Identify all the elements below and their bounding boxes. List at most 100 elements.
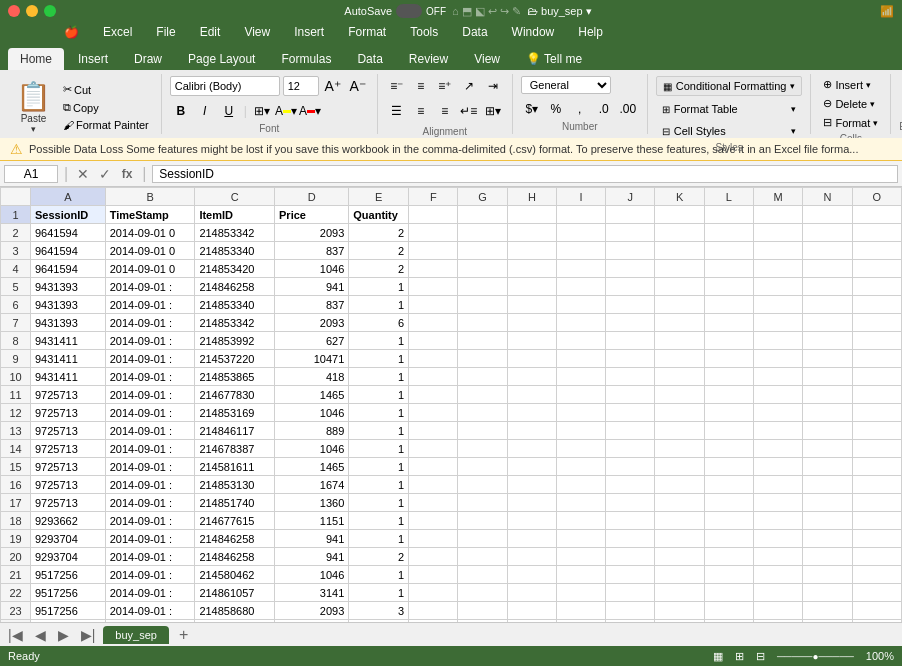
cell-n9[interactable]: [803, 350, 852, 368]
cell-l11[interactable]: [704, 386, 753, 404]
cell-d2[interactable]: 2093: [275, 224, 349, 242]
close-button[interactable]: [8, 5, 20, 17]
cell-n2[interactable]: [803, 224, 852, 242]
cell-b1[interactable]: TimeStamp: [105, 206, 195, 224]
cell-a16[interactable]: 9725713: [31, 476, 106, 494]
window-controls[interactable]: [8, 5, 56, 17]
col-header-m[interactable]: M: [753, 188, 802, 206]
col-header-i[interactable]: I: [557, 188, 606, 206]
cell-h16[interactable]: [507, 476, 556, 494]
cell-a22[interactable]: 9517256: [31, 584, 106, 602]
cell-i5[interactable]: [557, 278, 606, 296]
cell-i12[interactable]: [557, 404, 606, 422]
cell-o15[interactable]: [852, 458, 901, 476]
cell-o18[interactable]: [852, 512, 901, 530]
cell-o7[interactable]: [852, 314, 901, 332]
cell-l8[interactable]: [704, 332, 753, 350]
increase-font-button[interactable]: A⁺: [322, 76, 344, 96]
cell-m9[interactable]: [753, 350, 802, 368]
row-number-22[interactable]: 22: [1, 584, 31, 602]
row-number-24[interactable]: 24: [1, 620, 31, 623]
cell-o22[interactable]: [852, 584, 901, 602]
maximize-button[interactable]: [44, 5, 56, 17]
cell-l10[interactable]: [704, 368, 753, 386]
cell-e10[interactable]: 1: [349, 368, 409, 386]
cell-g4[interactable]: [458, 260, 507, 278]
cell-i22[interactable]: [557, 584, 606, 602]
cell-n15[interactable]: [803, 458, 852, 476]
cell-b11[interactable]: 2014-09-01 :: [105, 386, 195, 404]
cell-c22[interactable]: 214861057: [195, 584, 275, 602]
cell-j2[interactable]: [606, 224, 655, 242]
cell-k20[interactable]: [655, 548, 704, 566]
cell-f13[interactable]: [409, 422, 458, 440]
cell-a19[interactable]: 9293704: [31, 530, 106, 548]
cell-c5[interactable]: 214846258: [195, 278, 275, 296]
col-header-b[interactable]: B: [105, 188, 195, 206]
cell-m8[interactable]: [753, 332, 802, 350]
col-header-n[interactable]: N: [803, 188, 852, 206]
cell-k16[interactable]: [655, 476, 704, 494]
cell-n14[interactable]: [803, 440, 852, 458]
cell-h14[interactable]: [507, 440, 556, 458]
cell-n21[interactable]: [803, 566, 852, 584]
cell-f4[interactable]: [409, 260, 458, 278]
cell-h11[interactable]: [507, 386, 556, 404]
cell-j4[interactable]: [606, 260, 655, 278]
cell-k18[interactable]: [655, 512, 704, 530]
cell-l22[interactable]: [704, 584, 753, 602]
cell-m20[interactable]: [753, 548, 802, 566]
cell-o20[interactable]: [852, 548, 901, 566]
cell-a18[interactable]: 9293662: [31, 512, 106, 530]
cell-c18[interactable]: 214677615: [195, 512, 275, 530]
cell-j7[interactable]: [606, 314, 655, 332]
cell-d3[interactable]: 837: [275, 242, 349, 260]
cell-d9[interactable]: 10471: [275, 350, 349, 368]
row-number-8[interactable]: 8: [1, 332, 31, 350]
cell-o14[interactable]: [852, 440, 901, 458]
col-header-e[interactable]: E: [349, 188, 409, 206]
cell-j21[interactable]: [606, 566, 655, 584]
cell-o12[interactable]: [852, 404, 901, 422]
cell-f7[interactable]: [409, 314, 458, 332]
cell-a2[interactable]: 9641594: [31, 224, 106, 242]
tab-tell-me[interactable]: 💡 Tell me: [514, 48, 594, 70]
cell-k3[interactable]: [655, 242, 704, 260]
row-number-1[interactable]: 1: [1, 206, 31, 224]
cell-f17[interactable]: [409, 494, 458, 512]
cell-m22[interactable]: [753, 584, 802, 602]
align-left-button[interactable]: ☰: [386, 101, 408, 121]
cell-f2[interactable]: [409, 224, 458, 242]
cell-b4[interactable]: 2014-09-01 0: [105, 260, 195, 278]
italic-button[interactable]: I: [194, 101, 216, 121]
cell-j22[interactable]: [606, 584, 655, 602]
col-header-c[interactable]: C: [195, 188, 275, 206]
cell-f15[interactable]: [409, 458, 458, 476]
text-direction-button[interactable]: ↗: [458, 76, 480, 96]
zoom-slider[interactable]: ─────●─────: [777, 651, 854, 662]
cell-f18[interactable]: [409, 512, 458, 530]
cell-n5[interactable]: [803, 278, 852, 296]
cell-i11[interactable]: [557, 386, 606, 404]
cell-g12[interactable]: [458, 404, 507, 422]
cell-styles-button[interactable]: ⊟ Cell Styles ▾: [656, 122, 803, 140]
borders-button[interactable]: ⊞▾: [251, 101, 273, 121]
cell-f16[interactable]: [409, 476, 458, 494]
cell-o19[interactable]: [852, 530, 901, 548]
cell-a17[interactable]: 9725713: [31, 494, 106, 512]
cell-c12[interactable]: 214853169: [195, 404, 275, 422]
col-header-o[interactable]: O: [852, 188, 901, 206]
menu-data[interactable]: Data: [458, 23, 491, 41]
cell-j9[interactable]: [606, 350, 655, 368]
cell-i14[interactable]: [557, 440, 606, 458]
cell-k1[interactable]: [655, 206, 704, 224]
cell-l16[interactable]: [704, 476, 753, 494]
cell-f10[interactable]: [409, 368, 458, 386]
cell-m3[interactable]: [753, 242, 802, 260]
cell-b13[interactable]: 2014-09-01 :: [105, 422, 195, 440]
cell-e13[interactable]: 1: [349, 422, 409, 440]
cell-n6[interactable]: [803, 296, 852, 314]
col-header-d[interactable]: D: [275, 188, 349, 206]
cell-k2[interactable]: [655, 224, 704, 242]
cell-c4[interactable]: 214853420: [195, 260, 275, 278]
